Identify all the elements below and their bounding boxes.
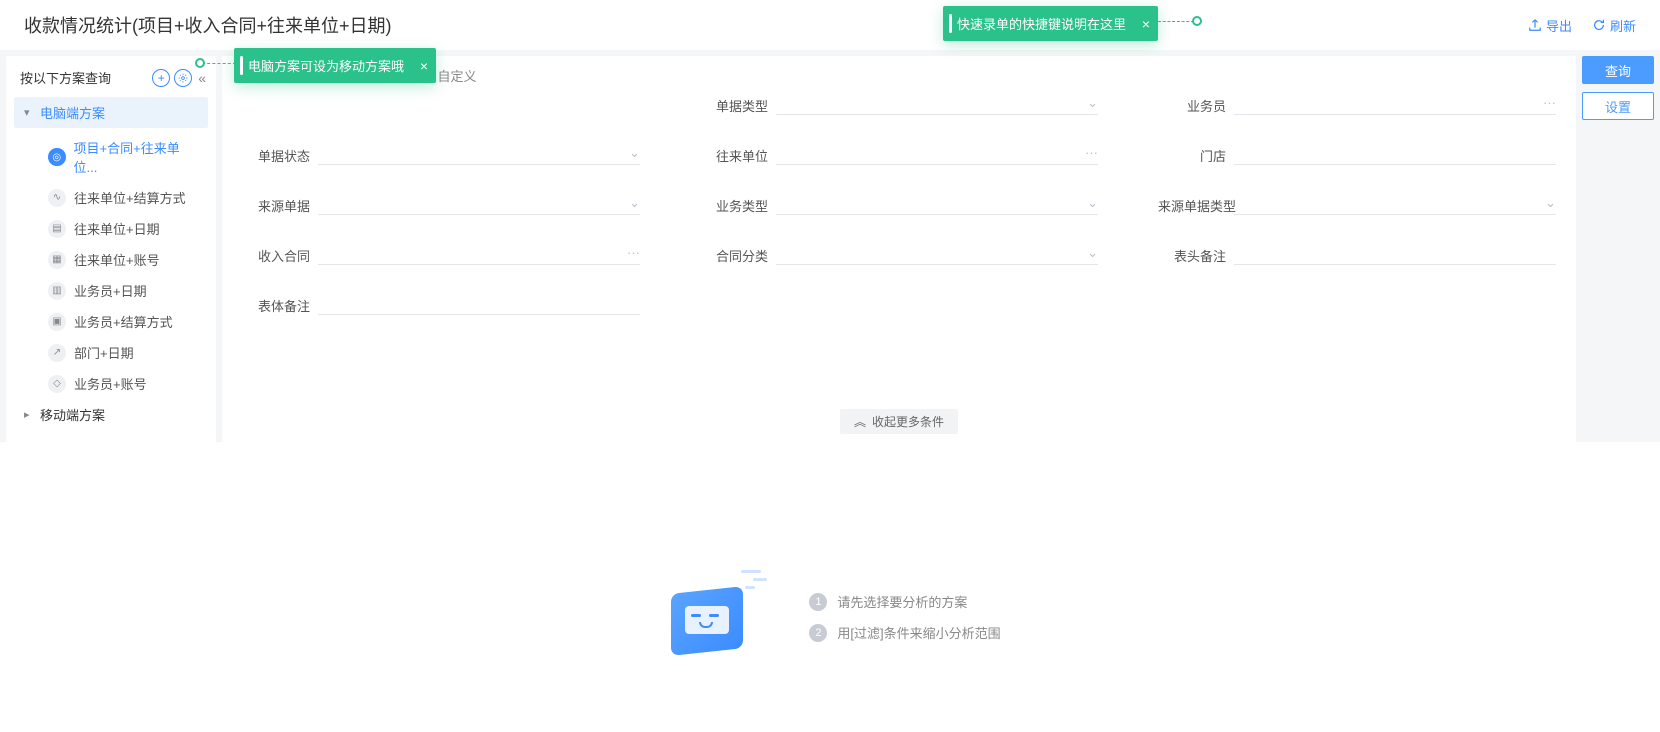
field-doc-status: 单据状态 ⌄ — [242, 141, 640, 165]
step-number-icon: 2 — [809, 624, 827, 642]
field-salesperson: 业务员 ··· — [1158, 91, 1556, 115]
query-button[interactable]: 查询 — [1582, 56, 1654, 84]
tip-anchor-dot — [195, 58, 205, 68]
sidebar: 按以下方案查询 + « ▾ 电脑端方案 ◎ 项目+合同+往来单位... — [6, 56, 216, 442]
chevron-down-icon: ⌄ — [1545, 195, 1556, 211]
ellipsis-icon: ··· — [627, 245, 640, 260]
settings-button[interactable]: 设置 — [1582, 92, 1654, 120]
field-body-remark: 表体备注 — [242, 291, 640, 315]
close-icon[interactable]: × — [420, 58, 428, 74]
refresh-icon — [1592, 18, 1606, 32]
field-income-contract: 收入合同 ··· — [242, 241, 640, 265]
trend-icon: ↗ — [48, 344, 66, 362]
bar-chart-icon: ▥ — [48, 282, 66, 300]
tip-connector — [1158, 21, 1194, 22]
ellipsis-icon: ··· — [1085, 145, 1098, 160]
source-doc-type-select[interactable]: ⌄ — [1234, 191, 1556, 215]
stats-icon: ∿ — [48, 189, 66, 207]
tree-item[interactable]: ◎ 项目+合同+往来单位... — [14, 132, 208, 182]
chevron-down-icon: ⌄ — [1087, 95, 1098, 111]
field-source-doc: 来源单据 ⌄ — [242, 191, 640, 215]
action-column: 查询 设置 — [1582, 56, 1654, 442]
field-store: 门店 — [1158, 141, 1556, 165]
contract-category-select[interactable]: ⌄ — [776, 241, 1098, 265]
chevron-down-icon: ⌄ — [1087, 245, 1098, 261]
tree-item[interactable]: ▦ 往来单位+账号 — [14, 244, 208, 275]
tip-connector — [202, 63, 236, 64]
chevron-down-icon: ⌄ — [629, 195, 640, 211]
field-doc-type: 单据类型 ⌄ — [700, 91, 1098, 115]
sidebar-title: 按以下方案查询 — [20, 68, 111, 87]
refresh-button[interactable]: 刷新 — [1592, 16, 1636, 35]
field-header-remark: 表头备注 — [1158, 241, 1556, 265]
body-remark-input[interactable] — [318, 291, 640, 315]
filter-date-bar: 2023-03-01 至 2023-03-31 更多 自定义 — [238, 66, 1560, 85]
scheme-tree: ▾ 电脑端方案 ◎ 项目+合同+往来单位... ∿ 往来单位+结算方式 ▤ 往来… — [6, 97, 216, 442]
double-chevron-up-icon: ︽ — [854, 413, 866, 430]
chevron-down-icon: ⌄ — [629, 145, 640, 161]
business-type-select[interactable]: ⌄ — [776, 191, 1098, 215]
cube-icon: ◇ — [48, 375, 66, 393]
export-icon — [1528, 18, 1542, 32]
chevron-down-icon: ⌄ — [1087, 195, 1098, 211]
page-header: 收款情况统计(项目+收入合同+往来单位+日期) 导出 刷新 — [0, 0, 1660, 50]
doc-type-select[interactable]: ⌄ — [776, 91, 1098, 115]
tree-item[interactable]: ▤ 往来单位+日期 — [14, 213, 208, 244]
empty-illustration-icon — [659, 562, 769, 672]
partner-picker[interactable]: ··· — [776, 141, 1098, 165]
empty-step-1: 1 请先选择要分析的方案 — [809, 586, 1000, 617]
date-custom-button[interactable]: 自定义 — [437, 66, 476, 85]
close-icon[interactable]: × — [1142, 16, 1150, 32]
add-scheme-button[interactable]: + — [152, 69, 170, 87]
calendar-icon: ▤ — [48, 220, 66, 238]
tree-item[interactable]: ∿ 往来单位+结算方式 — [14, 182, 208, 213]
field-contract-category: 合同分类 ⌄ — [700, 241, 1098, 265]
caret-right-icon: ▸ — [24, 408, 34, 421]
field-source-doc-type: 来源单据类型 ⌄ — [1158, 191, 1556, 215]
tree-group-desktop[interactable]: ▾ 电脑端方案 — [14, 97, 208, 128]
field-business-type: 业务类型 ⌄ — [700, 191, 1098, 215]
tree-group-mobile[interactable]: ▸ 移动端方案 — [14, 399, 208, 430]
field-partner: 往来单位 ··· — [700, 141, 1098, 165]
empty-step-2: 2 用[过滤]条件来缩小分析范围 — [809, 617, 1000, 648]
empty-state: 1 请先选择要分析的方案 2 用[过滤]条件来缩小分析范围 — [0, 442, 1660, 732]
ellipsis-icon: ··· — [1543, 95, 1556, 110]
settings-scheme-button[interactable] — [174, 69, 192, 87]
target-icon: ◎ — [48, 148, 66, 166]
tree-item[interactable]: ▥ 业务员+日期 — [14, 275, 208, 306]
sidebar-tip-bubble: 电脑方案可设为移动方案哦 × — [234, 48, 436, 83]
filter-panel: 2023-03-01 至 2023-03-31 更多 自定义 单据类型 ⌄ 业务… — [222, 56, 1576, 442]
income-contract-picker[interactable]: ··· — [318, 241, 640, 265]
collapse-sidebar-button[interactable]: « — [196, 70, 208, 86]
account-icon: ▦ — [48, 251, 66, 269]
header-remark-input[interactable] — [1234, 241, 1556, 265]
caret-down-icon: ▾ — [24, 106, 34, 119]
page-title: 收款情况统计(项目+收入合同+往来单位+日期) — [24, 12, 392, 38]
step-number-icon: 1 — [809, 593, 827, 611]
tree-item[interactable]: ▣ 业务员+结算方式 — [14, 306, 208, 337]
shortcut-tip-bubble: 快速录单的快捷键说明在这里 × — [943, 6, 1158, 41]
header-actions: 导出 刷新 — [1528, 16, 1636, 35]
collapse-filters-button[interactable]: ︽ 收起更多条件 — [840, 409, 958, 434]
tree-item[interactable]: ◇ 业务员+账号 — [14, 368, 208, 399]
gear-icon — [178, 73, 188, 83]
tip-anchor-dot — [1192, 16, 1202, 26]
doc-status-select[interactable]: ⌄ — [318, 141, 640, 165]
grid-icon: ▣ — [48, 313, 66, 331]
tree-item[interactable]: ↗ 部门+日期 — [14, 337, 208, 368]
source-doc-select[interactable]: ⌄ — [318, 191, 640, 215]
empty-steps: 1 请先选择要分析的方案 2 用[过滤]条件来缩小分析范围 — [809, 586, 1000, 648]
export-button[interactable]: 导出 — [1528, 16, 1572, 35]
salesperson-picker[interactable]: ··· — [1234, 91, 1556, 115]
store-input[interactable] — [1234, 141, 1556, 165]
